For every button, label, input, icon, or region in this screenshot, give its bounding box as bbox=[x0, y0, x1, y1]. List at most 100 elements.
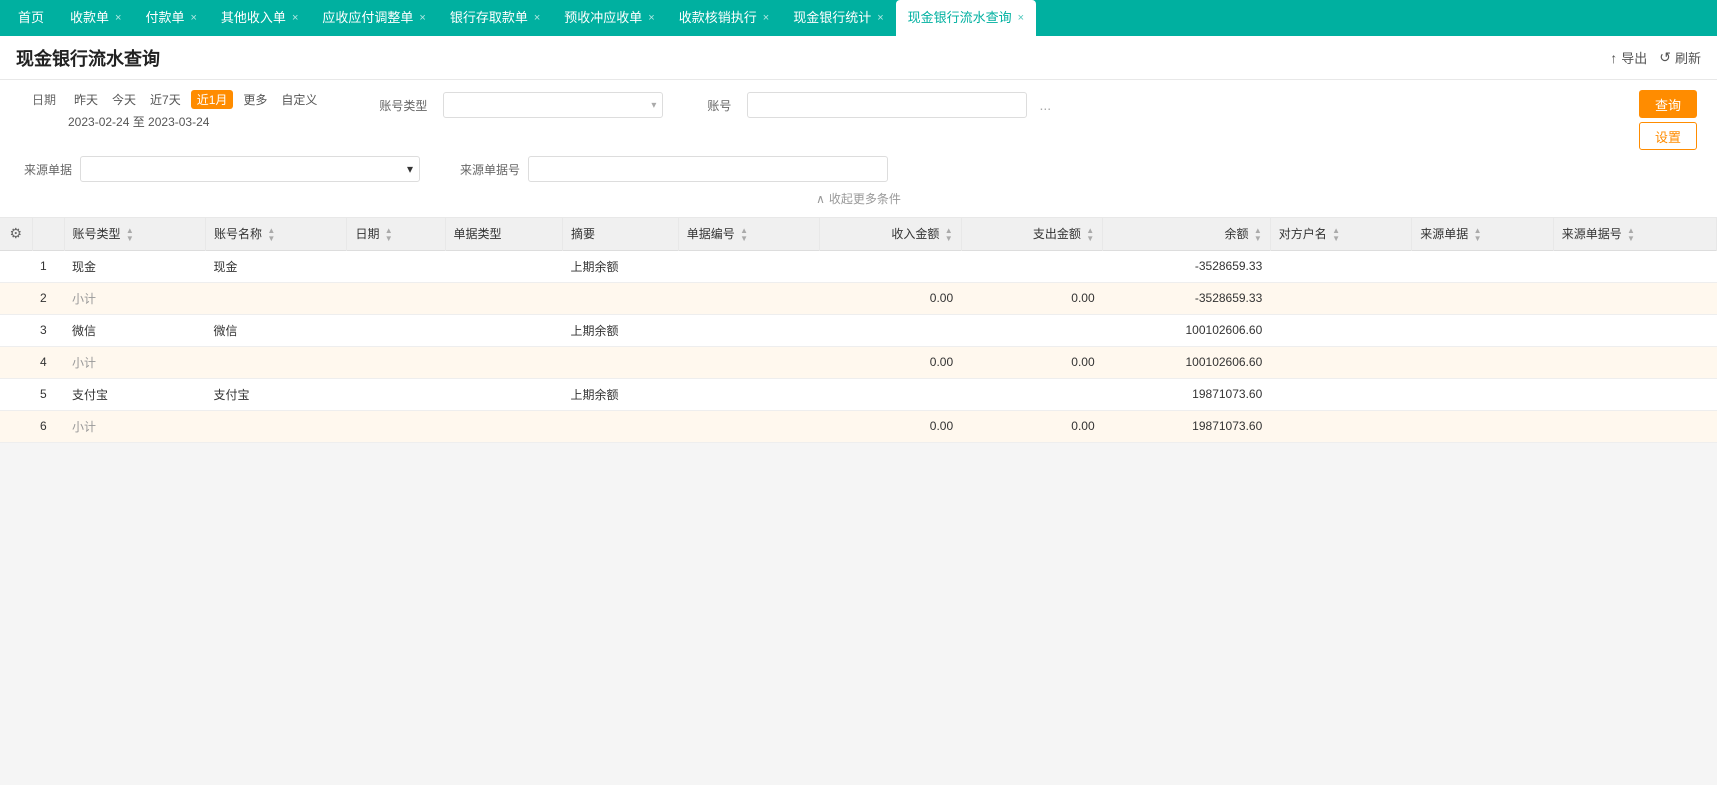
shortcut-7days[interactable]: 近7天 bbox=[146, 90, 185, 109]
column-income[interactable]: 收入金额 ▲▼ bbox=[820, 218, 961, 250]
column-settings[interactable]: ⚙ bbox=[0, 218, 32, 250]
close-icon[interactable]: × bbox=[419, 0, 425, 36]
table-cell: 1 bbox=[32, 250, 64, 282]
table-cell bbox=[347, 250, 445, 282]
table-cell: 支付宝 bbox=[205, 378, 346, 410]
column-date[interactable]: 日期 ▲▼ bbox=[347, 218, 445, 250]
close-icon[interactable]: × bbox=[534, 0, 540, 36]
gear-icon: ⚙ bbox=[9, 225, 22, 241]
table-row: 6小计0.000.0019871073.60 bbox=[0, 410, 1717, 442]
account-type-select[interactable]: ▾ bbox=[443, 92, 663, 118]
shortcut-1month[interactable]: 近1月 bbox=[191, 90, 234, 109]
table-cell: 2 bbox=[32, 282, 64, 314]
column-account-name[interactable]: 账号名称 ▲▼ bbox=[205, 218, 346, 250]
column-expense[interactable]: 支出金额 ▲▼ bbox=[961, 218, 1102, 250]
export-icon: ↑ bbox=[1610, 50, 1617, 66]
nav-tab-应收应付调整单[interactable]: 应收应付调整单 × bbox=[310, 0, 437, 36]
refresh-button[interactable]: ↺ 刷新 bbox=[1659, 48, 1701, 67]
close-icon[interactable]: × bbox=[115, 0, 121, 36]
query-button[interactable]: 查询 bbox=[1639, 90, 1697, 118]
close-icon[interactable]: × bbox=[877, 0, 883, 36]
collapse-filter-button[interactable]: ∧ 收起更多条件 bbox=[804, 188, 913, 209]
table-cell bbox=[0, 250, 32, 282]
shortcut-custom[interactable]: 自定义 bbox=[277, 90, 321, 109]
table-cell bbox=[205, 282, 346, 314]
account-input[interactable] bbox=[747, 92, 1027, 118]
sort-icon: ▲▼ bbox=[1474, 227, 1482, 243]
nav-tab-收款核销执行[interactable]: 收款核销执行 × bbox=[667, 0, 781, 36]
source-doc-no-input[interactable] bbox=[528, 156, 888, 182]
table-cell bbox=[205, 346, 346, 378]
data-table: ⚙ 账号类型 ▲▼ 账号名称 ▲▼ 日期 ▲▼ 单据类型 bbox=[0, 218, 1717, 443]
account-label: 账号 bbox=[703, 97, 731, 114]
source-doc-label: 来源单据 bbox=[16, 161, 72, 178]
nav-tab-现金银行流水查询[interactable]: 现金银行流水查询 × bbox=[896, 0, 1036, 36]
table-cell: 0.00 bbox=[820, 410, 961, 442]
column-source-doc[interactable]: 来源单据 ▲▼ bbox=[1412, 218, 1553, 250]
table-cell: 现金 bbox=[205, 250, 346, 282]
table-row: 1现金现金上期余额-3528659.33 bbox=[0, 250, 1717, 282]
sort-icon: ▲▼ bbox=[1086, 227, 1094, 243]
column-counterpart[interactable]: 对方户名 ▲▼ bbox=[1270, 218, 1411, 250]
table-cell: 19871073.60 bbox=[1103, 378, 1271, 410]
table-cell bbox=[205, 410, 346, 442]
table-cell bbox=[678, 250, 819, 282]
table-cell bbox=[1412, 378, 1553, 410]
shortcut-today[interactable]: 今天 bbox=[108, 90, 140, 109]
table-cell bbox=[0, 378, 32, 410]
table-cell: 小计 bbox=[64, 282, 205, 314]
close-icon[interactable]: × bbox=[292, 0, 298, 36]
table-cell: 支付宝 bbox=[64, 378, 205, 410]
nav-home[interactable]: 首页 bbox=[4, 0, 58, 36]
nav-tab-银行存取款单[interactable]: 银行存取款单 × bbox=[438, 0, 552, 36]
table-cell: 上期余额 bbox=[563, 250, 679, 282]
table-cell: 4 bbox=[32, 346, 64, 378]
nav-tab-其他收入单[interactable]: 其他收入单 × bbox=[209, 0, 310, 36]
table-cell bbox=[347, 410, 445, 442]
refresh-icon: ↺ bbox=[1659, 49, 1671, 66]
nav-tab-付款单[interactable]: 付款单 × bbox=[133, 0, 208, 36]
shortcut-more[interactable]: 更多 bbox=[239, 90, 271, 109]
table-cell bbox=[1412, 250, 1553, 282]
table-cell bbox=[347, 282, 445, 314]
nav-tab-收款单[interactable]: 收款单 × bbox=[58, 0, 133, 36]
table-cell bbox=[678, 410, 819, 442]
sort-icon: ▲▼ bbox=[1627, 227, 1635, 243]
column-account-type[interactable]: 账号类型 ▲▼ bbox=[64, 218, 205, 250]
table-cell: 100102606.60 bbox=[1103, 346, 1271, 378]
nav-tab-预收冲应收单[interactable]: 预收冲应收单 × bbox=[552, 0, 666, 36]
table-cell: -3528659.33 bbox=[1103, 282, 1271, 314]
close-icon[interactable]: × bbox=[1018, 0, 1024, 36]
source-doc-select[interactable]: ▾ bbox=[80, 156, 420, 182]
column-summary[interactable]: 摘要 bbox=[563, 218, 679, 250]
table-cell: 100102606.60 bbox=[1103, 314, 1271, 346]
export-button[interactable]: ↑ 导出 bbox=[1610, 48, 1647, 67]
table-cell bbox=[0, 410, 32, 442]
nav-tab-现金银行统计[interactable]: 现金银行统计 × bbox=[781, 0, 895, 36]
column-balance[interactable]: 余额 ▲▼ bbox=[1103, 218, 1271, 250]
close-icon[interactable]: × bbox=[648, 0, 654, 36]
table-cell bbox=[820, 250, 961, 282]
column-source-doc-no[interactable]: 来源单据号 ▲▼ bbox=[1553, 218, 1716, 250]
settings-button[interactable]: 设置 bbox=[1639, 122, 1697, 150]
table-cell bbox=[347, 378, 445, 410]
close-icon[interactable]: × bbox=[763, 0, 769, 36]
table-cell: 上期余额 bbox=[563, 378, 679, 410]
date-label: 日期 bbox=[16, 91, 56, 108]
header-actions: ↑ 导出 ↺ 刷新 bbox=[1610, 48, 1701, 67]
table-cell bbox=[563, 410, 679, 442]
table-row: 5支付宝支付宝上期余额19871073.60 bbox=[0, 378, 1717, 410]
table-cell bbox=[1270, 410, 1411, 442]
close-icon[interactable]: × bbox=[190, 0, 196, 36]
account-more-button[interactable]: ... bbox=[1035, 97, 1055, 113]
table-cell bbox=[1412, 410, 1553, 442]
shortcut-yesterday[interactable]: 昨天 bbox=[70, 90, 102, 109]
filter-area: 日期 昨天 今天 近7天 近1月 更多 自定义 2023-02-24 至 202… bbox=[0, 80, 1717, 218]
sort-icon: ▲▼ bbox=[1254, 227, 1262, 243]
table-cell bbox=[563, 346, 679, 378]
table-cell: 0.00 bbox=[961, 410, 1102, 442]
table-cell: 19871073.60 bbox=[1103, 410, 1271, 442]
column-doc-type[interactable]: 单据类型 bbox=[445, 218, 563, 250]
column-doc-no[interactable]: 单据编号 ▲▼ bbox=[678, 218, 819, 250]
table-cell bbox=[961, 250, 1102, 282]
